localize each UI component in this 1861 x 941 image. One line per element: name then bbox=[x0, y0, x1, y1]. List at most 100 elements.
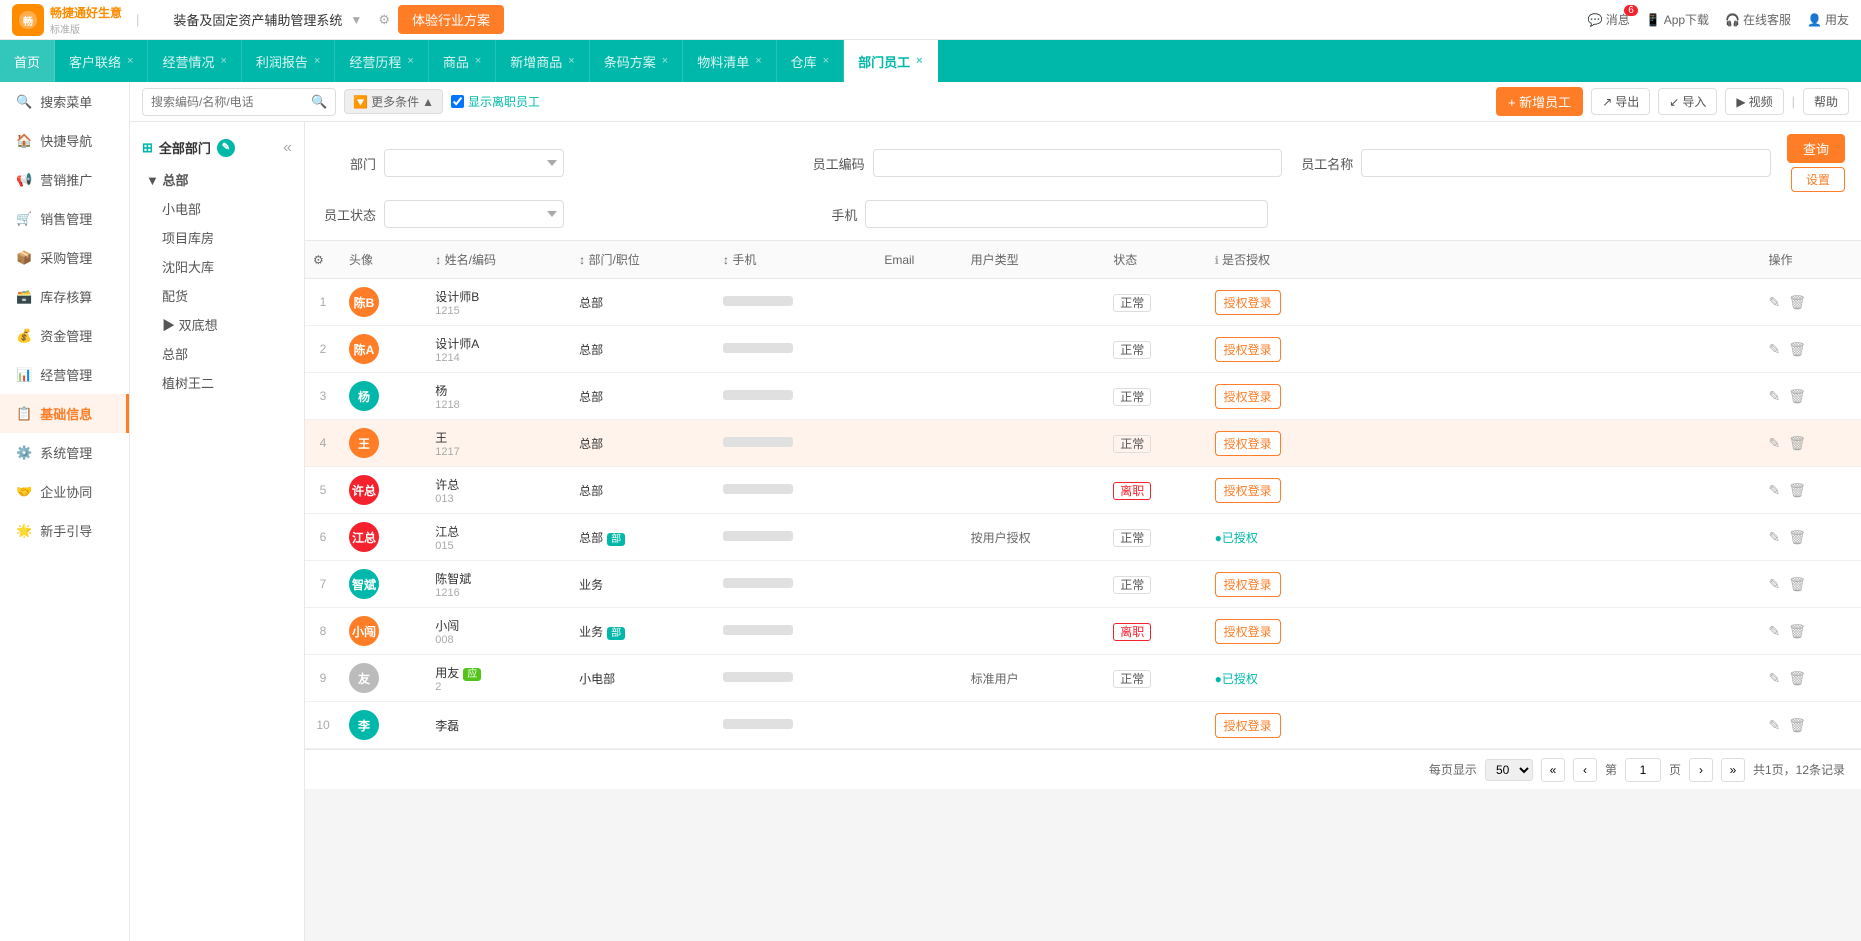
delete-btn[interactable]: 🗑 bbox=[1788, 623, 1806, 640]
grant-btn[interactable]: 授权登录 bbox=[1215, 337, 1281, 362]
col-dept[interactable]: ↕ 部门/职位 bbox=[571, 241, 715, 279]
delete-btn[interactable]: 🗑 bbox=[1788, 717, 1806, 734]
online-service-btn[interactable]: 🎧 在线客服 bbox=[1725, 11, 1791, 28]
close-icon[interactable]: × bbox=[755, 55, 761, 67]
close-icon[interactable]: × bbox=[407, 55, 413, 67]
search-btn[interactable]: 查询 bbox=[1787, 134, 1845, 163]
export-btn[interactable]: ↗ 导出 bbox=[1591, 88, 1650, 115]
edit-btn[interactable]: ✎ bbox=[1769, 623, 1781, 640]
per-page-select[interactable]: 50 bbox=[1485, 759, 1533, 781]
grant-btn[interactable]: 授权登录 bbox=[1215, 572, 1281, 597]
sidebar-item-sales[interactable]: 🛒 销售管理 bbox=[0, 199, 129, 238]
filter-emp-name-input[interactable] bbox=[1361, 149, 1771, 177]
filter-phone-input[interactable] bbox=[865, 200, 1267, 228]
col-phone[interactable]: ↕ 手机 bbox=[715, 241, 876, 279]
app-download-btn[interactable]: 📱 App下载 bbox=[1646, 11, 1709, 28]
close-icon[interactable]: × bbox=[127, 55, 133, 67]
tab-goods[interactable]: 商品 × bbox=[429, 40, 496, 82]
dept-node-general[interactable]: ▼ 总部 bbox=[134, 165, 300, 194]
dept-node-double[interactable]: ▶ 双底想 bbox=[134, 310, 300, 339]
edit-btn[interactable]: ✎ bbox=[1769, 294, 1781, 311]
close-icon[interactable]: × bbox=[568, 55, 574, 67]
edit-btn[interactable]: ✎ bbox=[1769, 341, 1781, 358]
close-icon[interactable]: × bbox=[662, 55, 668, 67]
add-dept-icon[interactable]: ✎ bbox=[217, 139, 235, 157]
tab-bom[interactable]: 物料清单 × bbox=[683, 40, 776, 82]
edit-btn[interactable]: ✎ bbox=[1769, 717, 1781, 734]
settings-btn[interactable]: 设置 bbox=[1791, 167, 1845, 192]
dept-node-zhushu[interactable]: 植树王二 bbox=[134, 368, 300, 397]
first-page-btn[interactable]: « bbox=[1541, 758, 1565, 782]
settings-icon[interactable]: ⚙ bbox=[378, 12, 390, 28]
edit-btn[interactable]: ✎ bbox=[1769, 388, 1781, 405]
help-btn[interactable]: 帮助 bbox=[1803, 88, 1849, 115]
grant-btn[interactable]: 授权登录 bbox=[1215, 713, 1281, 738]
close-icon[interactable]: × bbox=[220, 55, 226, 67]
edit-btn[interactable]: ✎ bbox=[1769, 482, 1781, 499]
close-icon[interactable]: × bbox=[823, 55, 829, 67]
sidebar-item-basic-info[interactable]: 📋 基础信息 bbox=[0, 394, 129, 433]
tab-add-goods[interactable]: 新增商品 × bbox=[496, 40, 589, 82]
sidebar-item-collab[interactable]: 🤝 企业协同 bbox=[0, 472, 129, 511]
delete-btn[interactable]: 🗑 bbox=[1788, 482, 1806, 499]
grant-btn[interactable]: 授权登录 bbox=[1215, 478, 1281, 503]
filter-dept-select[interactable] bbox=[384, 149, 564, 177]
sidebar-item-purchase[interactable]: 📦 采购管理 bbox=[0, 238, 129, 277]
show-resigned-checkbox[interactable]: 显示离职员工 bbox=[451, 93, 540, 110]
delete-btn[interactable]: 🗑 bbox=[1788, 576, 1806, 593]
sidebar-item-inventory[interactable]: 🗃️ 库存核算 bbox=[0, 277, 129, 316]
prev-page-btn[interactable]: ‹ bbox=[1573, 758, 1597, 782]
sidebar-item-finance[interactable]: 💰 资金管理 bbox=[0, 316, 129, 355]
edit-btn[interactable]: ✎ bbox=[1769, 576, 1781, 593]
view-btn[interactable]: ▶ 视频 bbox=[1725, 88, 1783, 115]
edit-btn[interactable]: ✎ bbox=[1769, 529, 1781, 546]
search-input[interactable] bbox=[151, 95, 311, 109]
filter-status-select[interactable] bbox=[384, 200, 564, 228]
delete-btn[interactable]: 🗑 bbox=[1788, 341, 1806, 358]
close-icon[interactable]: × bbox=[314, 55, 320, 67]
delete-btn[interactable]: 🗑 bbox=[1788, 294, 1806, 311]
system-dropdown-icon[interactable]: ▼ bbox=[350, 13, 362, 27]
tab-warehouse[interactable]: 仓库 × bbox=[777, 40, 844, 82]
tab-profit[interactable]: 利润报告 × bbox=[242, 40, 335, 82]
col-settings[interactable]: ⚙ bbox=[305, 241, 341, 279]
dept-node-headquarters[interactable]: 总部 bbox=[134, 339, 300, 368]
close-icon[interactable]: × bbox=[475, 55, 481, 67]
tab-history[interactable]: 经营历程 × bbox=[335, 40, 428, 82]
filter-emp-code-input[interactable] bbox=[873, 149, 1283, 177]
search-btn[interactable]: 🔍 bbox=[311, 94, 327, 110]
tab-barcode[interactable]: 条码方案 × bbox=[590, 40, 683, 82]
col-name[interactable]: ↕ 姓名/编码 bbox=[427, 241, 571, 279]
sidebar-item-marketing[interactable]: 📢 营销推广 bbox=[0, 160, 129, 199]
dept-node-shenyang[interactable]: 沈阳大库 bbox=[134, 252, 300, 281]
message-btn[interactable]: 💬 消息 6 bbox=[1588, 11, 1630, 28]
delete-btn[interactable]: 🗑 bbox=[1788, 388, 1806, 405]
tab-home[interactable]: 首页 bbox=[0, 40, 55, 82]
dept-node-distribution[interactable]: 配货 bbox=[134, 281, 300, 310]
user-btn[interactable]: 👤 用友 bbox=[1807, 11, 1849, 28]
grant-btn[interactable]: 授权登录 bbox=[1215, 384, 1281, 409]
page-input[interactable] bbox=[1625, 758, 1661, 782]
delete-btn[interactable]: 🗑 bbox=[1788, 435, 1806, 452]
dept-node-project[interactable]: 项目库房 bbox=[134, 223, 300, 252]
tab-operation[interactable]: 经营情况 × bbox=[148, 40, 241, 82]
edit-btn[interactable]: ✎ bbox=[1769, 670, 1781, 687]
grant-btn[interactable]: 授权登录 bbox=[1215, 619, 1281, 644]
grant-btn[interactable]: 授权登录 bbox=[1215, 431, 1281, 456]
sidebar-item-guide[interactable]: 🌟 新手引导 bbox=[0, 511, 129, 550]
grant-btn[interactable]: 授权登录 bbox=[1215, 290, 1281, 315]
edit-btn[interactable]: ✎ bbox=[1769, 435, 1781, 452]
add-employee-btn[interactable]: + 新增员工 bbox=[1496, 87, 1583, 116]
more-conditions-btn[interactable]: 🔽 更多条件 ▲ bbox=[344, 89, 443, 114]
sidebar-item-search[interactable]: 🔍 搜索菜单 bbox=[0, 82, 129, 121]
last-page-btn[interactable]: » bbox=[1721, 758, 1745, 782]
sidebar-item-management[interactable]: 📊 经营管理 bbox=[0, 355, 129, 394]
dept-node-small-elec[interactable]: 小电部 bbox=[134, 194, 300, 223]
import-btn[interactable]: ↙ 导入 bbox=[1658, 88, 1717, 115]
tab-dept-staff[interactable]: 部门员工 × bbox=[844, 40, 937, 82]
tab-customer[interactable]: 客户联络 × bbox=[55, 40, 148, 82]
collapse-btn[interactable]: « bbox=[283, 139, 292, 157]
close-icon[interactable]: × bbox=[916, 55, 922, 67]
sidebar-item-nav[interactable]: 🏠 快捷导航 bbox=[0, 121, 129, 160]
experience-btn[interactable]: 体验行业方案 bbox=[398, 5, 504, 34]
